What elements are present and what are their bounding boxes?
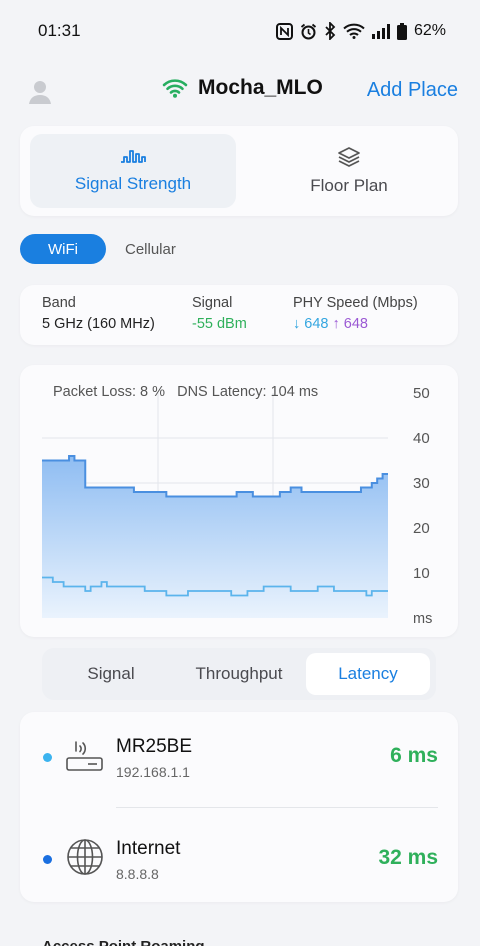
latency-targets-card: MR25BE 192.168.1.1 6 ms Internet 8.8.8.8…: [20, 712, 458, 902]
cellular-toggle[interactable]: Cellular: [125, 241, 176, 258]
layers-icon: [338, 147, 360, 167]
wifi-status-icon: [343, 23, 365, 39]
router-latency: 6 ms: [390, 744, 438, 767]
view-tabs: Signal Throughput Latency: [42, 648, 436, 700]
chart-annotation: Packet Loss: 8 % DNS Latency: 104 ms: [53, 384, 318, 400]
y-tick-label: 20: [413, 520, 430, 537]
y-tick-label: 10: [413, 565, 430, 582]
latency-chart: 50 40 30 20 10 Packet Loss: 8 % DNS Latency:…: [42, 384, 432, 627]
internet-name: Internet: [116, 838, 181, 859]
list-item-router[interactable]: MR25BE 192.168.1.1 6 ms: [20, 712, 458, 808]
y-tick-label: 30: [413, 475, 430, 492]
bluetooth-icon: [325, 22, 336, 40]
y-tick-label: 50: [413, 385, 430, 402]
top-bar: Mocha_MLO Add Place: [0, 68, 480, 114]
phy-speed-metric: PHY Speed (Mbps) ↓ 648 ↑ 648: [293, 295, 418, 332]
battery-icon: [396, 22, 407, 40]
y-tick-label: 40: [413, 430, 430, 447]
network-name: Mocha_MLO: [198, 76, 323, 99]
latency-chart-card: 50 40 30 20 10 Packet Loss: 8 % DNS Latency:…: [20, 365, 458, 637]
router-icon: [66, 741, 103, 771]
band-label: Band: [42, 295, 76, 311]
cell-signal-icon: [371, 23, 390, 39]
internet-latency: 32 ms: [378, 846, 438, 869]
tab-signal-strength-label: Signal Strength: [74, 174, 192, 193]
signal-metric: Signal -55 dBm: [192, 295, 247, 332]
wifi-icon: [162, 79, 188, 98]
band-metric: Band 5 GHz (160 MHz): [42, 295, 155, 332]
tab-signal-strength[interactable]: Signal Strength: [30, 134, 236, 208]
network-selector[interactable]: Mocha_MLO: [162, 76, 323, 100]
tab-throughput[interactable]: Throughput: [174, 653, 304, 695]
router-status-dot: [43, 753, 52, 762]
tab-signal[interactable]: Signal: [48, 653, 174, 695]
internet-ip: 8.8.8.8: [116, 866, 159, 882]
tab-floor-plan-label: Floor Plan: [310, 176, 388, 195]
signal-strength-icon: [121, 150, 146, 163]
signal-label: Signal: [192, 295, 233, 311]
tab-floor-plan[interactable]: Floor Plan: [246, 134, 452, 208]
phy-download: ↓ 648: [293, 316, 329, 332]
phy-speed-values: ↓ 648 ↑ 648: [293, 316, 418, 332]
metrics-card: Band 5 GHz (160 MHz) Signal -55 dBm PHY …: [20, 285, 458, 345]
alarm-icon: [300, 23, 317, 39]
roaming-section-title: Access Point Roaming: [42, 938, 205, 946]
wifi-toggle[interactable]: WiFi: [20, 234, 106, 264]
status-time: 01:31: [38, 21, 81, 40]
avatar-icon[interactable]: [26, 77, 54, 105]
router-ip: 192.168.1.1: [116, 764, 190, 780]
y-axis-unit: ms: [413, 611, 432, 627]
status-bar: 01:31 62%: [0, 0, 480, 62]
router-name: MR25BE: [116, 736, 193, 757]
add-place-button[interactable]: Add Place: [367, 79, 458, 102]
tab-latency[interactable]: Latency: [306, 653, 430, 695]
signal-value: -55 dBm: [192, 316, 247, 332]
series-1-area: [42, 456, 388, 618]
mode-tabs: Signal Strength Floor Plan: [20, 126, 458, 216]
phy-upload: ↑ 648: [332, 316, 368, 332]
battery-percent: 62%: [413, 22, 446, 39]
globe-icon: [67, 839, 103, 875]
phy-speed-label: PHY Speed (Mbps): [293, 295, 418, 311]
band-value: 5 GHz (160 MHz): [42, 316, 155, 332]
nfc-icon: [275, 22, 293, 40]
divider: [116, 807, 438, 808]
status-icons: 62%: [275, 22, 446, 40]
list-item-internet[interactable]: Internet 8.8.8.8 32 ms: [20, 814, 458, 908]
connection-toggle: WiFi Cellular: [20, 234, 176, 264]
internet-status-dot: [43, 855, 52, 864]
